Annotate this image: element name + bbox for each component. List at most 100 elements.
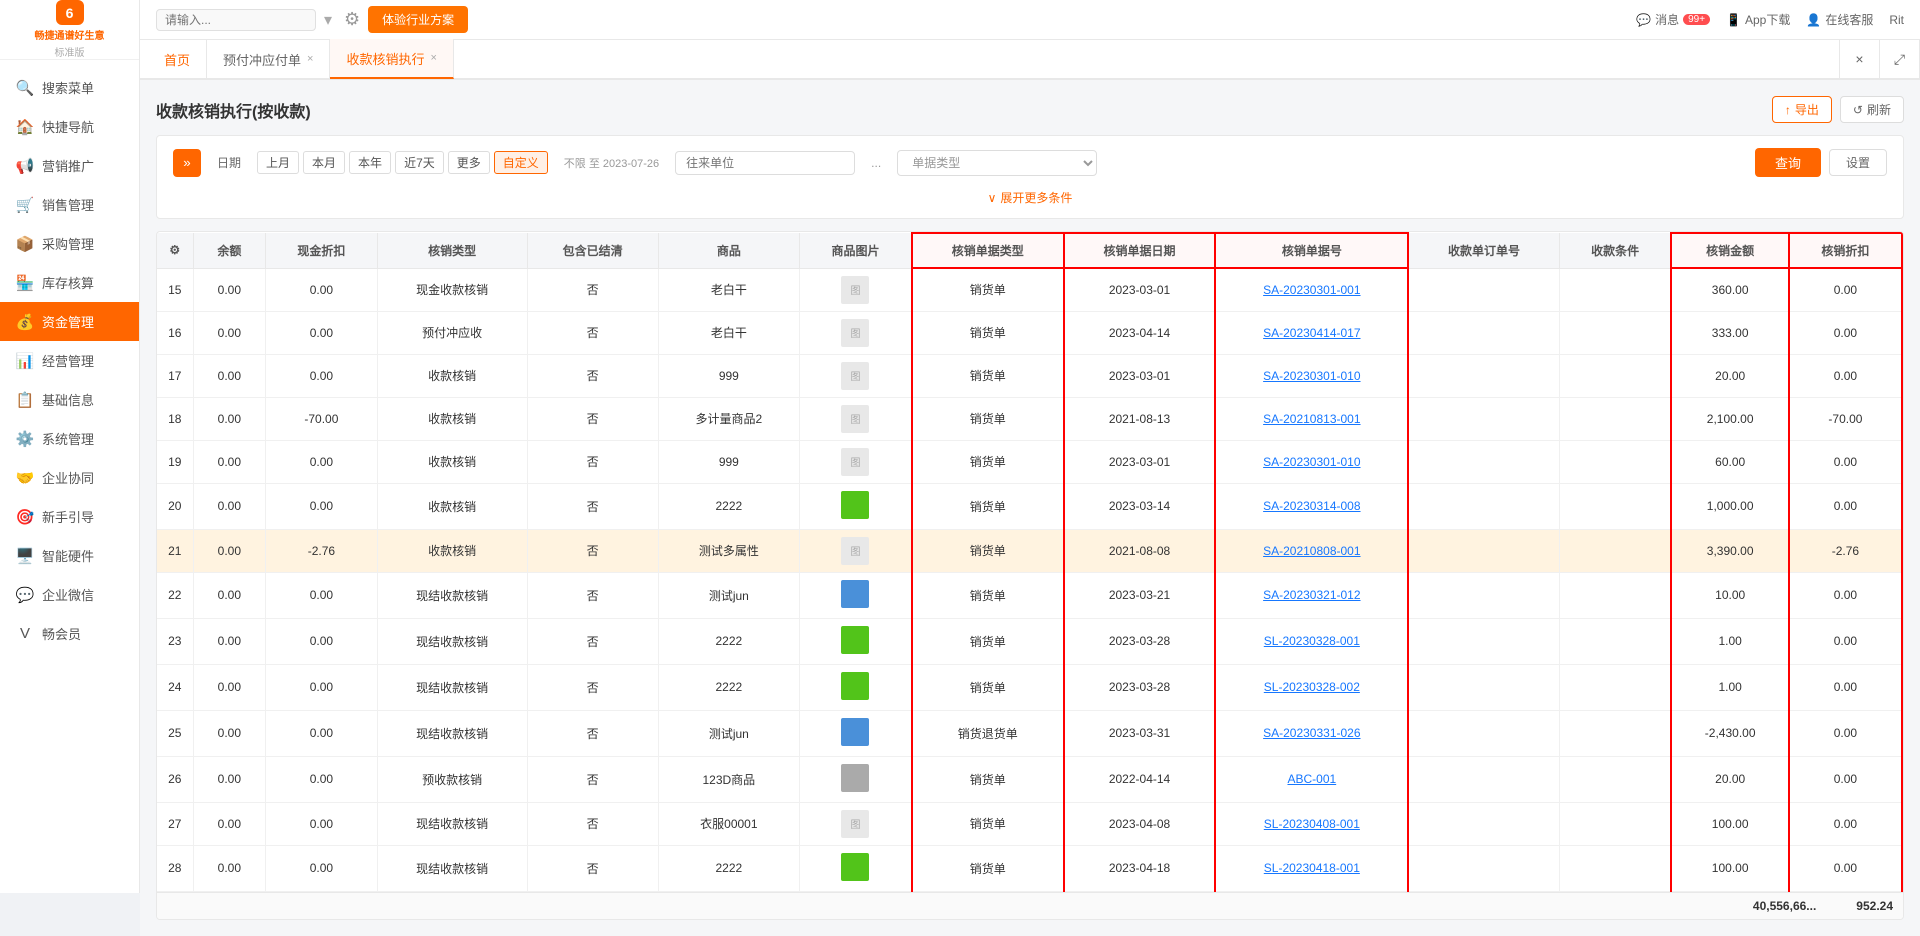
- table-row[interactable]: 24 0.00 0.00 现结收款核销 否 2222 销货单 2023-03-2…: [157, 664, 1902, 710]
- td-num: 17: [157, 354, 193, 397]
- td-product: 123D商品: [658, 756, 800, 802]
- table-row[interactable]: 27 0.00 0.00 现结收款核销 否 衣服00001 图 销货单 2023…: [157, 802, 1902, 845]
- inventory-icon: 🏪: [16, 274, 34, 292]
- td-cash-discount: 0.00: [266, 756, 377, 802]
- table-row[interactable]: 26 0.00 0.00 预收款核销 否 123D商品 销货单 2022-04-…: [157, 756, 1902, 802]
- td-writeoff-amount: 100.00: [1671, 845, 1788, 891]
- settings-button[interactable]: 设置: [1829, 149, 1887, 176]
- tab-close-all-button[interactable]: ×: [1840, 39, 1880, 79]
- td-writeoff-no[interactable]: SA-20230414-017: [1215, 311, 1408, 354]
- app-download-button[interactable]: 📱 App下载: [1726, 11, 1790, 28]
- td-writeoff-no[interactable]: SL-20230418-001: [1215, 845, 1408, 891]
- query-button[interactable]: 查询: [1755, 148, 1821, 177]
- table-row[interactable]: 18 0.00 -70.00 收款核销 否 多计量商品2 图 销货单 2021-…: [157, 397, 1902, 440]
- sidebar-item-finance[interactable]: 💰 资金管理: [0, 302, 139, 341]
- sidebar-item-business[interactable]: 📊 经营管理: [0, 341, 139, 380]
- tab-expand-button[interactable]: ⤢: [1880, 39, 1920, 79]
- sidebar-item-purchase[interactable]: 📦 采购管理: [0, 224, 139, 263]
- td-writeoff-no[interactable]: SA-20230301-010: [1215, 440, 1408, 483]
- date-btn-more[interactable]: 更多: [448, 151, 490, 174]
- td-include-settled: 否: [527, 572, 658, 618]
- td-product: 2222: [658, 483, 800, 529]
- td-receipt-condition: [1559, 268, 1671, 311]
- topbar-settings-icon[interactable]: ⚙: [344, 9, 360, 30]
- sidebar-item-marketing[interactable]: 📢 营销推广: [0, 146, 139, 185]
- sidebar-item-basic[interactable]: 📋 基础信息: [0, 380, 139, 419]
- td-product: 测试jun: [658, 710, 800, 756]
- export-button[interactable]: ↑ 导出: [1772, 96, 1832, 123]
- date-btn-this-year[interactable]: 本年: [349, 151, 391, 174]
- date-btn-7days[interactable]: 近7天: [395, 151, 444, 174]
- message-button[interactable]: 💬 消息 99+: [1636, 11, 1710, 28]
- td-writeoff-no[interactable]: SA-20230301-001: [1215, 268, 1408, 311]
- td-writeoff-date: 2023-03-14: [1064, 483, 1216, 529]
- td-writeoff-discount: 0.00: [1789, 483, 1902, 529]
- table-scroll[interactable]: ⚙ 余额 现金折扣 核销类型 包含已结清 商品 商品图片 核销单据类型 核销单据…: [157, 232, 1903, 892]
- date-btn-custom[interactable]: 自定义: [494, 151, 548, 174]
- table-row[interactable]: 25 0.00 0.00 现结收款核销 否 测试jun 销货退货单 2023-0…: [157, 710, 1902, 756]
- sidebar-item-vip[interactable]: V 畅会员: [0, 614, 139, 653]
- td-writeoff-no[interactable]: SA-20210808-001: [1215, 529, 1408, 572]
- td-writeoff-no[interactable]: ABC-001: [1215, 756, 1408, 802]
- tab-receipt[interactable]: 收款核销执行 ×: [330, 39, 453, 79]
- th-settings[interactable]: ⚙: [157, 233, 193, 268]
- voucher-type-select[interactable]: 单据类型: [897, 150, 1097, 176]
- expand-more-row[interactable]: ∨ 展开更多条件: [173, 189, 1887, 206]
- td-writeoff-no[interactable]: SA-20230301-010: [1215, 354, 1408, 397]
- tab-prepay[interactable]: 预付冲应付单 ×: [207, 39, 330, 79]
- th-write-off-type: 核销类型: [377, 233, 527, 268]
- table-row[interactable]: 16 0.00 0.00 预付冲应收 否 老白干 图 销货单 2023-04-1…: [157, 311, 1902, 354]
- sidebar-item-enterprise[interactable]: 🤝 企业协同: [0, 458, 139, 497]
- enterprise-icon: 🤝: [16, 469, 34, 487]
- td-product-img: 图: [800, 397, 912, 440]
- user-menu[interactable]: Rit: [1889, 13, 1904, 27]
- tab-home[interactable]: 首页: [148, 39, 207, 79]
- table-row[interactable]: 19 0.00 0.00 收款核销 否 999 图 销货单 2023-03-01…: [157, 440, 1902, 483]
- topbar-dropdown-icon[interactable]: ▾: [324, 10, 332, 30]
- tab-prepay-close[interactable]: ×: [307, 53, 313, 65]
- td-writeoff-no[interactable]: SL-20230328-001: [1215, 618, 1408, 664]
- refresh-button[interactable]: ↺ 刷新: [1840, 96, 1904, 123]
- td-writeoff-no[interactable]: SA-20210813-001: [1215, 397, 1408, 440]
- td-writeoff-no[interactable]: SA-20230321-012: [1215, 572, 1408, 618]
- table-row[interactable]: 23 0.00 0.00 现结收款核销 否 2222 销货单 2023-03-2…: [157, 618, 1902, 664]
- td-write-off-type: 收款核销: [377, 440, 527, 483]
- solution-button[interactable]: 体验行业方案: [368, 6, 468, 33]
- sidebar-item-hardware[interactable]: 🖥️ 智能硬件: [0, 536, 139, 575]
- sidebar-item-inventory[interactable]: 🏪 库存核算: [0, 263, 139, 302]
- td-product: 999: [658, 440, 800, 483]
- topbar-search-input[interactable]: [156, 9, 316, 31]
- sidebar-item-sales[interactable]: 🛒 销售管理: [0, 185, 139, 224]
- partner-input[interactable]: [675, 151, 855, 175]
- partner-more-icon[interactable]: ...: [871, 156, 881, 170]
- sidebar-item-search[interactable]: 🔍 搜索菜单: [0, 68, 139, 107]
- th-balance: 余额: [193, 233, 266, 268]
- table-row[interactable]: 28 0.00 0.00 现结收款核销 否 2222 销货单 2023-04-1…: [157, 845, 1902, 891]
- sidebar-label-sales: 销售管理: [42, 195, 94, 214]
- table-row[interactable]: 22 0.00 0.00 现结收款核销 否 测试jun 销货单 2023-03-…: [157, 572, 1902, 618]
- td-writeoff-no[interactable]: SL-20230328-002: [1215, 664, 1408, 710]
- td-writeoff-no[interactable]: SA-20230331-026: [1215, 710, 1408, 756]
- sidebar-item-guide[interactable]: 🎯 新手引导: [0, 497, 139, 536]
- sidebar-label-finance: 资金管理: [42, 312, 94, 331]
- data-table: ⚙ 余额 现金折扣 核销类型 包含已结清 商品 商品图片 核销单据类型 核销单据…: [157, 232, 1903, 892]
- table-row[interactable]: 21 0.00 -2.76 收款核销 否 测试多属性 图 销货单 2021-08…: [157, 529, 1902, 572]
- filter-expand-button[interactable]: »: [173, 149, 201, 177]
- table-row[interactable]: 20 0.00 0.00 收款核销 否 2222 销货单 2023-03-14 …: [157, 483, 1902, 529]
- sidebar-item-system[interactable]: ⚙️ 系统管理: [0, 419, 139, 458]
- online-service-button[interactable]: 👤 在线客服: [1806, 11, 1873, 28]
- table-row[interactable]: 17 0.00 0.00 收款核销 否 999 图 销货单 2023-03-01…: [157, 354, 1902, 397]
- sidebar-item-quicknav[interactable]: 🏠 快捷导航: [0, 107, 139, 146]
- sidebar: 6 畅捷通谱好生意 标准版 🔍 搜索菜单 🏠 快捷导航 📢 营销推广 🛒 销售管…: [0, 0, 140, 893]
- td-writeoff-no[interactable]: SA-20230314-008: [1215, 483, 1408, 529]
- th-writeoff-amount: 核销金额: [1671, 233, 1788, 268]
- sidebar-item-wechat[interactable]: 💬 企业微信: [0, 575, 139, 614]
- date-btn-last-month[interactable]: 上月: [257, 151, 299, 174]
- date-btn-this-month[interactable]: 本月: [303, 151, 345, 174]
- online-service-label: 在线客服: [1825, 11, 1873, 28]
- expand-more-label: 展开更多条件: [1000, 189, 1072, 206]
- td-writeoff-no[interactable]: SL-20230408-001: [1215, 802, 1408, 845]
- table-row[interactable]: 15 0.00 0.00 现金收款核销 否 老白干 图 销货单 2023-03-…: [157, 268, 1902, 311]
- td-writeoff-amount: 2,100.00: [1671, 397, 1788, 440]
- tab-receipt-close[interactable]: ×: [430, 52, 436, 64]
